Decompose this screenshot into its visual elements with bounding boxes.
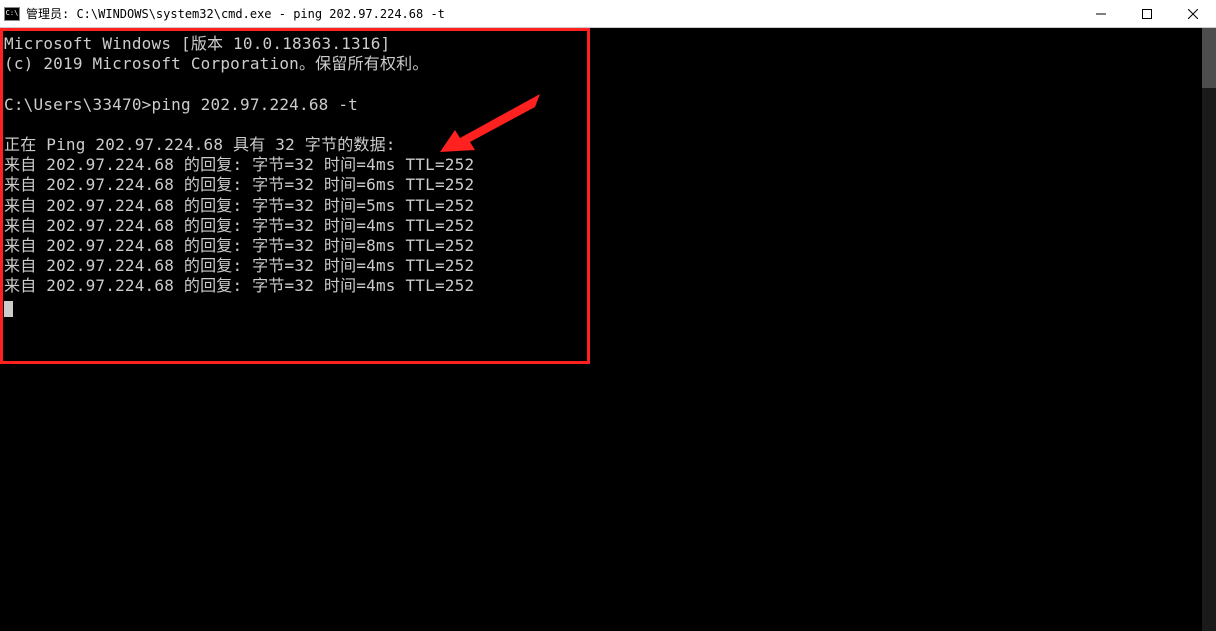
scrollbar-thumb[interactable] [1202,28,1216,88]
prompt: C:\Users\33470> [4,95,152,114]
ping-reply-line: 来自 202.97.224.68 的回复: 字节=32 时间=4ms TTL=2… [4,155,474,174]
ping-reply-line: 来自 202.97.224.68 的回复: 字节=32 时间=4ms TTL=2… [4,216,474,235]
ping-reply-line: 来自 202.97.224.68 的回复: 字节=32 时间=4ms TTL=2… [4,276,474,295]
ping-header: 正在 Ping 202.97.224.68 具有 32 字节的数据: [4,135,396,154]
ping-reply-line: 来自 202.97.224.68 的回复: 字节=32 时间=5ms TTL=2… [4,196,474,215]
cmd-icon: C:\ [4,7,20,21]
console-output: Microsoft Windows [版本 10.0.18363.1316] (… [0,28,1204,631]
ping-reply-line: 来自 202.97.224.68 的回复: 字节=32 时间=8ms TTL=2… [4,236,474,255]
console-area[interactable]: Microsoft Windows [版本 10.0.18363.1316] (… [0,28,1216,631]
console-cursor [4,301,13,317]
window-title: 管理员: C:\WINDOWS\system32\cmd.exe - ping … [26,5,445,22]
window-title-bar: C:\ 管理员: C:\WINDOWS\system32\cmd.exe - p… [0,0,1216,28]
minimize-button[interactable] [1078,0,1124,27]
window-controls [1078,0,1216,27]
version-line: Microsoft Windows [版本 10.0.18363.1316] [4,34,390,53]
ping-reply-line: 来自 202.97.224.68 的回复: 字节=32 时间=4ms TTL=2… [4,256,474,275]
maximize-button[interactable] [1124,0,1170,27]
vertical-scrollbar[interactable] [1202,28,1216,631]
copyright-line: (c) 2019 Microsoft Corporation。保留所有权利。 [4,54,429,73]
command-text: ping 202.97.224.68 -t [152,95,359,114]
close-button[interactable] [1170,0,1216,27]
ping-reply-line: 来自 202.97.224.68 的回复: 字节=32 时间=6ms TTL=2… [4,175,474,194]
